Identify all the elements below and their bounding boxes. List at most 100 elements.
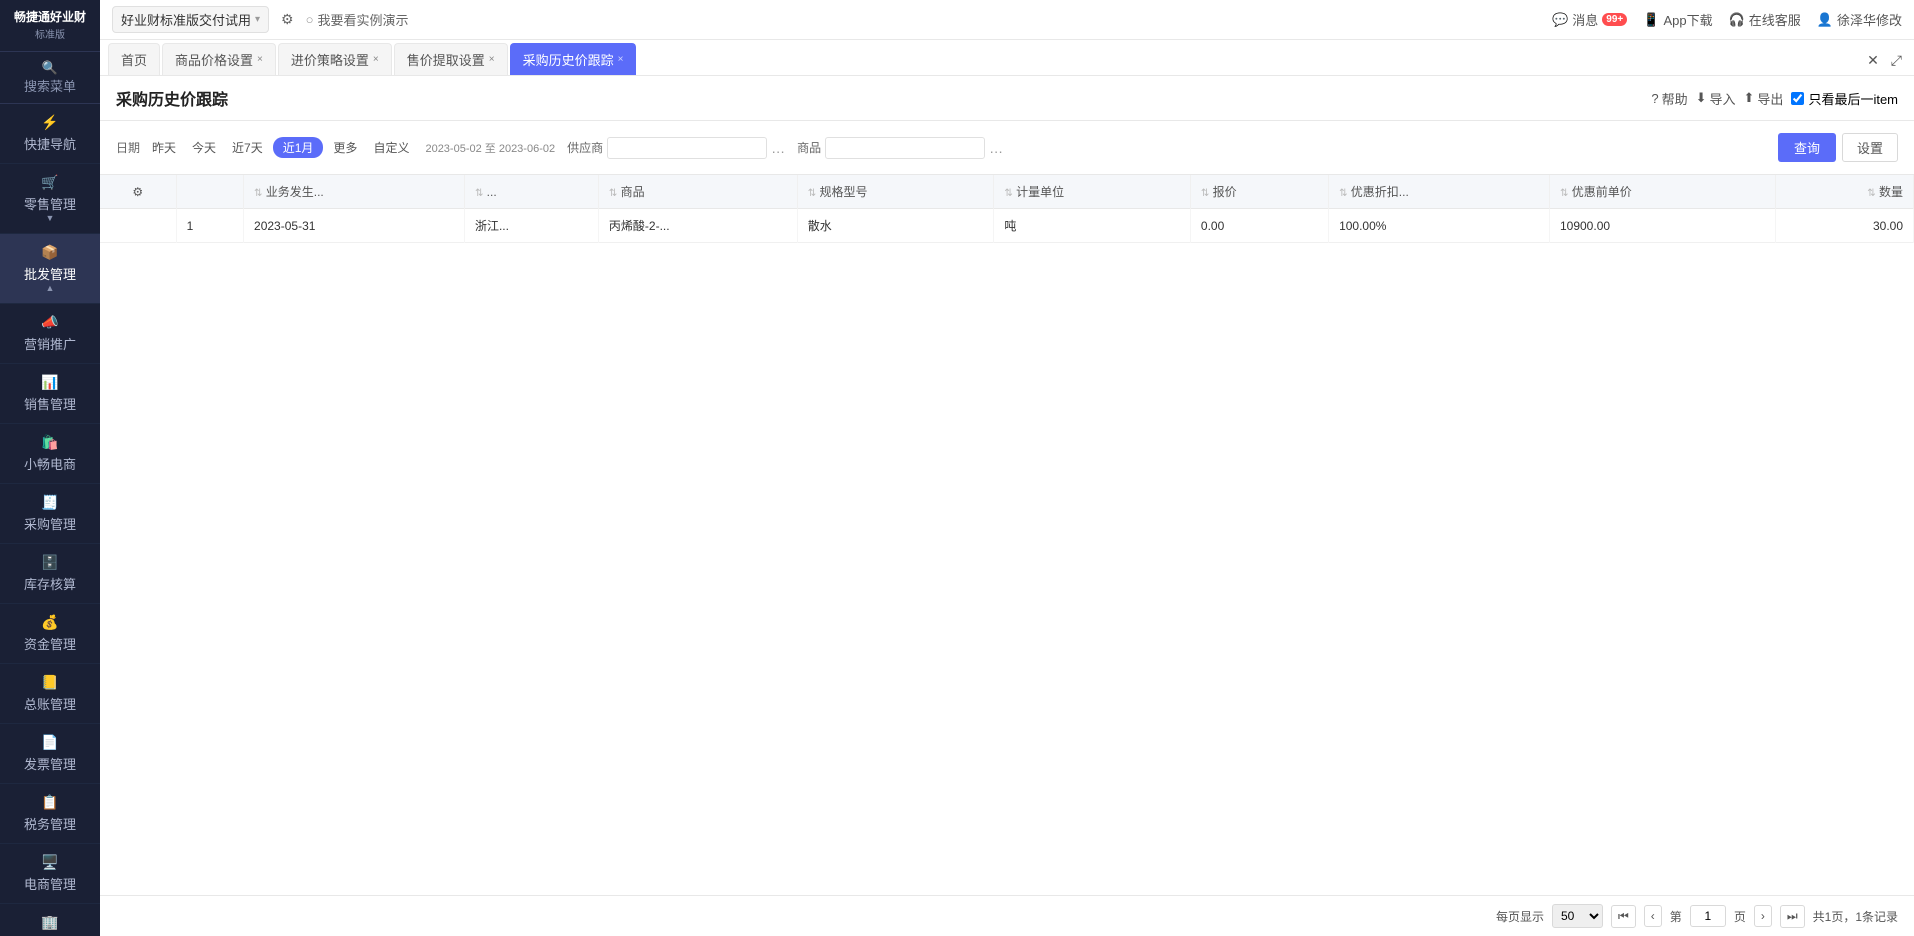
user-icon: 👤 [1817, 12, 1833, 28]
sort-icon: ⇅ [609, 188, 617, 199]
sidebar-item-retail[interactable]: 🛒 零售管理 ▼ [0, 164, 100, 234]
close-icon[interactable]: × [618, 54, 624, 65]
tab-sale-extract[interactable]: 售价提取设置 × [394, 43, 508, 75]
export-button[interactable]: ⬆ 导出 [1744, 89, 1784, 108]
date-opt-7days[interactable]: 近7天 [226, 137, 269, 158]
sidebar-item-quick-nav[interactable]: ⚡ 快捷导航 [0, 104, 100, 164]
sidebar-item-purchase[interactable]: 🧾 采购管理 [0, 484, 100, 544]
tab-home[interactable]: 首页 [108, 43, 160, 75]
th-date[interactable]: ⇅ 业务发生... [244, 175, 465, 209]
date-opt-yesterday[interactable]: 昨天 [146, 137, 182, 158]
th-discount[interactable]: ⇅ 优惠折扣... [1329, 175, 1550, 209]
page-suffix: 页 [1734, 908, 1746, 925]
th-goods[interactable]: ⇅ 商品 [598, 175, 797, 209]
message-icon: 💬 [1552, 12, 1568, 28]
finance-icon: 💰 [41, 614, 58, 631]
tab-purchase-history[interactable]: 采购历史价跟踪 × [510, 43, 637, 75]
sidebar-item-invoice[interactable]: 📄 发票管理 [0, 724, 100, 784]
goods-more-icon[interactable]: … [989, 140, 1003, 156]
th-pre-discount-price[interactable]: ⇅ 优惠前单价 [1549, 175, 1775, 209]
first-page-button[interactable]: ⏮ [1611, 905, 1636, 928]
sidebar-item-wholesale[interactable]: 📦 批发管理 ▲ [0, 234, 100, 304]
row-gear-cell [100, 209, 176, 243]
close-icon[interactable]: × [257, 54, 263, 65]
tax-icon: 📋 [41, 794, 58, 811]
only-latest-label: 只看最后一item [1808, 89, 1898, 108]
goods-input[interactable] [825, 137, 985, 159]
sidebar-item-ecommerce-small[interactable]: 🛍️ 小畅电商 [0, 424, 100, 484]
page-number-input[interactable] [1690, 905, 1726, 927]
th-quantity[interactable]: ⇅ 数量 [1775, 175, 1913, 209]
date-options: 昨天 今天 近7天 近1月 更多 自定义 [146, 137, 415, 158]
prev-page-button[interactable]: ‹ [1644, 905, 1662, 927]
sidebar-item-label: 库存核算 [24, 574, 76, 593]
sidebar-item-ecommerce[interactable]: 🖥️ 电商管理 [0, 844, 100, 904]
page-label: 第 [1670, 908, 1682, 925]
row-date: 2023-05-31 [244, 209, 465, 243]
th-quote[interactable]: ⇅ 报价 [1190, 175, 1328, 209]
only-latest-checkbox[interactable] [1791, 92, 1804, 105]
sidebar-item-inventory[interactable]: 🗄️ 库存核算 [0, 544, 100, 604]
sidebar-item-sales[interactable]: 📊 销售管理 [0, 364, 100, 424]
th-spec[interactable]: ⇅ 规格型号 [797, 175, 994, 209]
invoice-icon: 📄 [41, 734, 58, 751]
date-opt-more[interactable]: 更多 [327, 137, 363, 158]
tab-expand-button[interactable]: ⤢ [1887, 50, 1906, 71]
sidebar-item-fixed-assets[interactable]: 🏢 固定资产 [0, 904, 100, 936]
sort-icon: ⇅ [475, 188, 483, 199]
tab-close-button[interactable]: ✕ [1863, 50, 1883, 71]
retail-icon: 🛒 [41, 174, 58, 191]
sidebar-item-general-ledger[interactable]: 📒 总账管理 [0, 664, 100, 724]
help-button[interactable]: ? 帮助 [1651, 89, 1687, 108]
table-row: 1 2023-05-31 浙江... 丙烯酸-2-... 散水 吨 0.00 1… [100, 209, 1914, 243]
purchase-icon: 🧾 [41, 494, 58, 511]
page-size-select[interactable]: 50 100 200 [1552, 904, 1603, 928]
supplier-input[interactable] [607, 137, 767, 159]
close-icon[interactable]: × [489, 54, 495, 65]
sidebar-item-label: 发票管理 [24, 754, 76, 773]
sidebar-item-search[interactable]: 🔍 搜索菜单 [0, 52, 100, 104]
row-discount: 100.00% [1329, 209, 1550, 243]
date-opt-custom[interactable]: 自定义 [367, 137, 415, 158]
th-gear[interactable]: ⚙ [100, 175, 176, 209]
user-label: 徐泽华修改 [1837, 10, 1902, 29]
query-button[interactable]: 查询 [1778, 133, 1836, 162]
next-page-button[interactable]: › [1754, 905, 1772, 927]
sidebar-item-finance[interactable]: 💰 资金管理 [0, 604, 100, 664]
user-menu-button[interactable]: 👤 徐泽华修改 [1817, 10, 1902, 29]
th-more[interactable]: ⇅ ... [464, 175, 598, 209]
sidebar-item-tax[interactable]: 📋 税务管理 [0, 784, 100, 844]
last-page-button[interactable]: ⏭ [1780, 905, 1805, 928]
sidebar-item-label: 小畅电商 [24, 454, 76, 473]
sidebar-item-label: 总账管理 [24, 694, 76, 713]
company-selector[interactable]: 好业财标准版交付试用 ▾ [112, 6, 269, 33]
filter-settings-button[interactable]: 设置 [1842, 133, 1898, 162]
export-label: 导出 [1757, 89, 1783, 108]
only-latest-toggle[interactable]: 只看最后一item [1791, 89, 1898, 108]
inventory-icon: 🗄️ [41, 554, 58, 571]
data-table: ⚙ ⇅ 业务发生... ⇅ ... ⇅ 商品 ⇅ 规格型号 [100, 175, 1914, 243]
app-edition: 标准版 [35, 26, 65, 41]
tab-purchase-strategy[interactable]: 进价策略设置 × [278, 43, 392, 75]
messages-button[interactable]: 💬 消息 99+ [1552, 10, 1627, 29]
th-unit[interactable]: ⇅ 计量单位 [994, 175, 1191, 209]
date-opt-1month[interactable]: 近1月 [273, 137, 324, 158]
demo-button[interactable]: ○ 我要看实例演示 [306, 10, 409, 29]
close-icon[interactable]: × [373, 54, 379, 65]
sort-icon: ⇅ [1201, 188, 1209, 199]
tab-label: 商品价格设置 [175, 50, 253, 69]
sidebar-item-marketing[interactable]: 📣 营销推广 [0, 304, 100, 364]
search-icon: 🔍 [10, 60, 90, 76]
wholesale-icon: 📦 [41, 244, 58, 261]
date-opt-today[interactable]: 今天 [186, 137, 222, 158]
page-size-label: 每页显示 [1496, 908, 1544, 925]
sidebar-item-label: 税务管理 [24, 814, 76, 833]
ledger-icon: 📒 [41, 674, 58, 691]
sidebar-logo: 畅捷通好业财 标准版 [0, 0, 100, 52]
topbar-gear-icon[interactable]: ⚙ [277, 7, 298, 32]
supplier-more-icon[interactable]: … [771, 140, 785, 156]
online-service-button[interactable]: 🎧 在线客服 [1729, 10, 1801, 29]
app-download-button[interactable]: 📱 App下载 [1643, 10, 1712, 29]
import-button[interactable]: ⬇ 导入 [1696, 89, 1736, 108]
tab-price-settings[interactable]: 商品价格设置 × [162, 43, 276, 75]
